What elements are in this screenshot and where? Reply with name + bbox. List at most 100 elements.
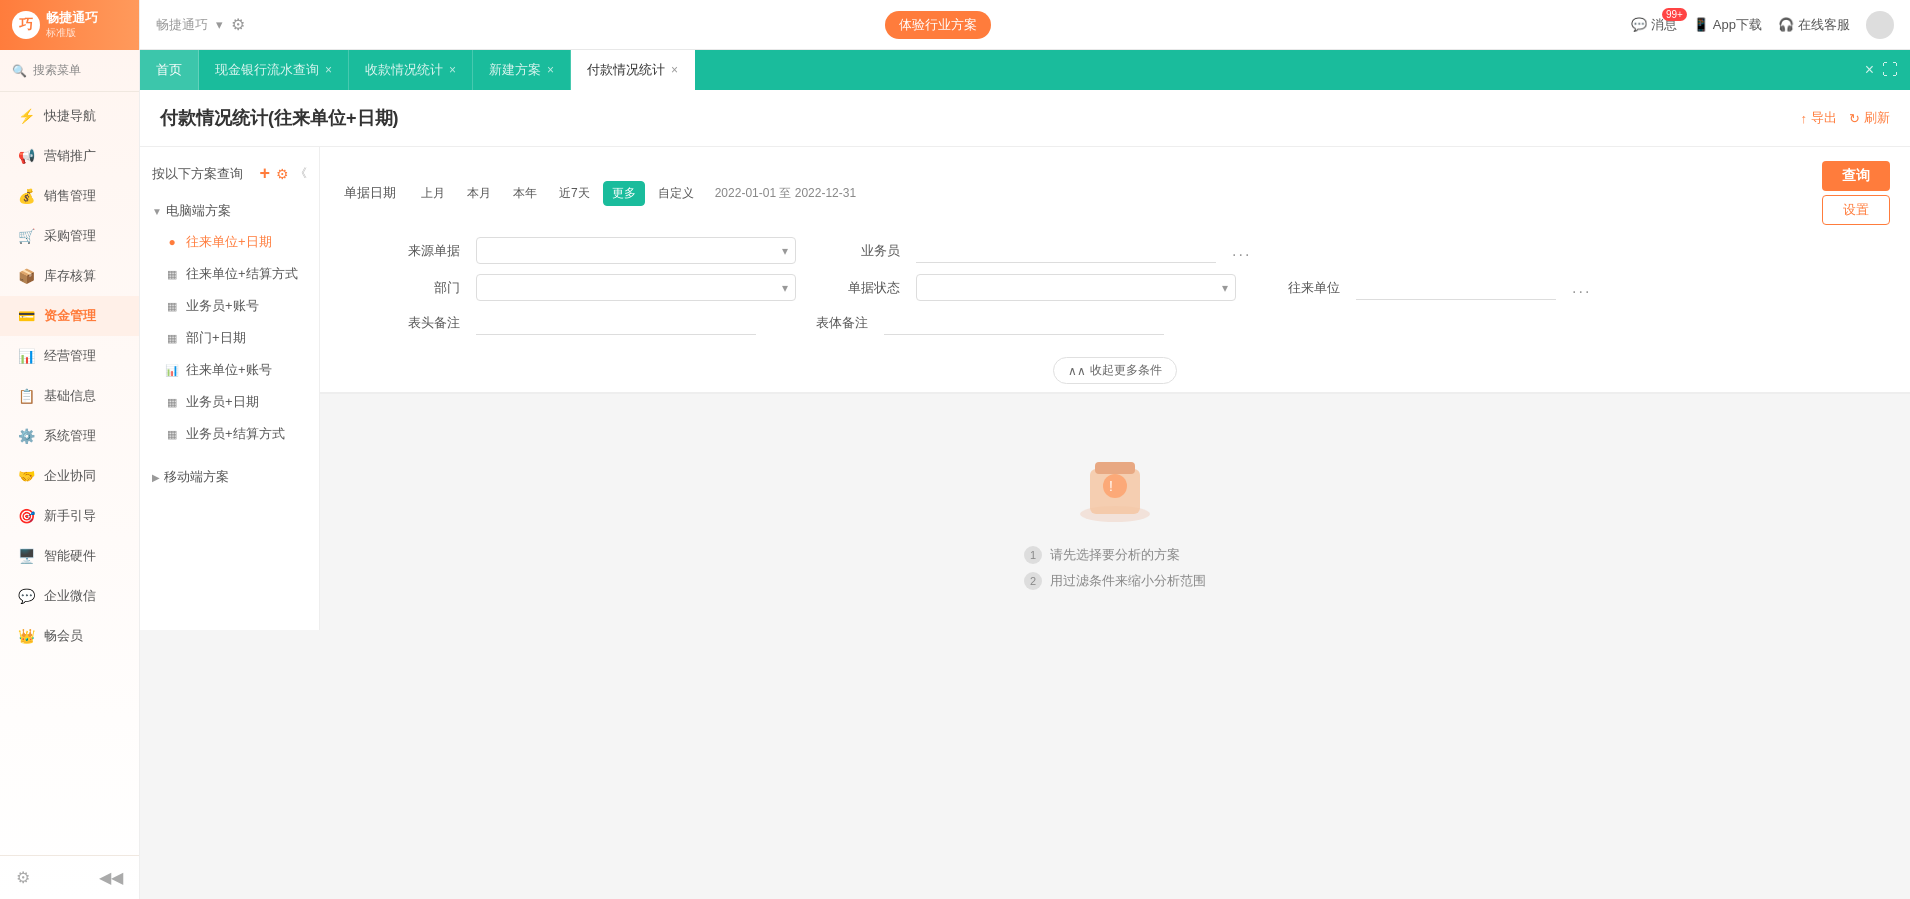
topbar-mid: 体验行业方案 xyxy=(885,11,991,39)
sidebar-item-quick-nav[interactable]: ⚡ 快捷导航 xyxy=(0,96,139,136)
counterpart-input[interactable] xyxy=(1356,276,1556,300)
topbar-left: 畅捷通巧 ▾ ⚙ xyxy=(156,15,245,34)
plan-item-counterpart-account[interactable]: 📊 往来单位+账号 xyxy=(140,354,319,386)
messages-action[interactable]: 💬 消息 99+ xyxy=(1631,16,1677,34)
sidebar-item-marketing[interactable]: 📢 营销推广 xyxy=(0,136,139,176)
app-download-action[interactable]: 📱 App下载 xyxy=(1693,16,1762,34)
plan-add-icon[interactable]: + xyxy=(259,163,270,184)
table-header-note-input[interactable] xyxy=(476,311,756,335)
date-btn-last-month[interactable]: 上月 xyxy=(412,181,454,206)
tab-close-new-plan[interactable]: × xyxy=(547,63,554,77)
topbar-settings-icon[interactable]: ⚙ xyxy=(231,15,245,34)
user-avatar[interactable] xyxy=(1866,11,1894,39)
tab-payment-stats[interactable]: 付款情况统计 × xyxy=(571,50,695,90)
sidebar-search[interactable]: 🔍 搜索菜单 xyxy=(0,50,139,92)
sidebar-item-corp[interactable]: 🤝 企业协同 xyxy=(0,456,139,496)
plan-item-salesman-settlement[interactable]: ▦ 业务员+结算方式 xyxy=(140,418,319,450)
plan-settings-icon[interactable]: ⚙ xyxy=(276,166,289,182)
plan-header: 按以下方案查询 + ⚙ 《 xyxy=(140,157,319,190)
export-icon: ↑ xyxy=(1801,111,1808,126)
sidebar-item-system[interactable]: ⚙️ 系统管理 xyxy=(0,416,139,456)
plan-collapse-icon[interactable]: 《 xyxy=(295,165,307,182)
query-actions: 查询 设置 xyxy=(1822,161,1890,225)
salesman-dots[interactable]: ... xyxy=(1232,242,1251,260)
tab-home[interactable]: 首页 xyxy=(140,50,199,90)
right-content: 单据日期 上月 本月 本年 近7天 更多 自定义 2022-01-01 至 20… xyxy=(320,147,1910,630)
hardware-icon: 🖥️ xyxy=(16,546,36,566)
plan-section-desktop-header[interactable]: ▼ 电脑端方案 xyxy=(140,196,319,226)
sidebar-item-capital[interactable]: 💳 资金管理 xyxy=(0,296,139,336)
page-content: 付款情况统计(往来单位+日期) ↑ 导出 ↻ 刷新 按以下方案查询 + xyxy=(140,90,1910,899)
tabbar-actions: × ⛶ xyxy=(1853,50,1910,90)
date-btn-custom[interactable]: 自定义 xyxy=(649,181,703,206)
doc-status-select[interactable] xyxy=(916,274,1236,301)
source-doc-label: 来源单据 xyxy=(404,242,460,260)
sidebar-collapse-icon[interactable]: ◀◀ xyxy=(99,868,123,887)
sidebar-item-hardware[interactable]: 🖥️ 智能硬件 xyxy=(0,536,139,576)
plan-grid-icon-5: ▦ xyxy=(164,426,180,442)
dept-select[interactable] xyxy=(476,274,796,301)
collapse-more-button[interactable]: ∧∧ 收起更多条件 xyxy=(1053,357,1177,384)
plan-chart-icon: 📊 xyxy=(164,362,180,378)
refresh-button[interactable]: ↻ 刷新 xyxy=(1849,109,1890,127)
tip-number-1: 1 xyxy=(1024,546,1042,564)
salesman-input[interactable] xyxy=(916,239,1216,263)
tabbar-expand-icon[interactable]: ⛶ xyxy=(1882,61,1898,79)
tab-receipt-stats[interactable]: 收款情况统计 × xyxy=(349,50,473,90)
settings-button[interactable]: 设置 xyxy=(1822,195,1890,225)
tab-close-receipt-stats[interactable]: × xyxy=(449,63,456,77)
counterpart-dots[interactable]: ... xyxy=(1572,279,1591,297)
sidebar-item-operation[interactable]: 📊 经营管理 xyxy=(0,336,139,376)
member-icon: 👑 xyxy=(16,626,36,646)
sidebar: 巧 畅捷通巧 标准版 🔍 搜索菜单 ⚡ 快捷导航 📢 营销推广 💰 销售管理 🛒… xyxy=(0,0,140,899)
sidebar-item-member[interactable]: 👑 畅会员 xyxy=(0,616,139,656)
service-icon: 🎧 xyxy=(1778,17,1794,32)
dept-select-wrapper xyxy=(476,274,796,301)
empty-tip-1: 1 请先选择要分析的方案 xyxy=(1024,546,1206,564)
tabbar-close-icon[interactable]: × xyxy=(1865,61,1874,79)
messages-badge: 99+ xyxy=(1662,8,1687,21)
sidebar-footer: ⚙ ◀◀ xyxy=(0,855,139,899)
plan-item-salesman-account[interactable]: ▦ 业务员+账号 xyxy=(140,290,319,322)
source-doc-select[interactable] xyxy=(476,237,796,264)
plan-item-counterpart-settlement[interactable]: ▦ 往来单位+结算方式 xyxy=(140,258,319,290)
online-service-action[interactable]: 🎧 在线客服 xyxy=(1778,16,1850,34)
export-button[interactable]: ↑ 导出 xyxy=(1801,109,1838,127)
date-options: 上月 本月 本年 近7天 更多 自定义 2022-01-01 至 2022-12… xyxy=(412,181,856,206)
tab-close-payment-stats[interactable]: × xyxy=(671,63,678,77)
plan-section-mobile: ▶ 移动端方案 xyxy=(140,456,319,498)
page-actions: ↑ 导出 ↻ 刷新 xyxy=(1801,109,1891,127)
search-menu-button[interactable]: 🔍 搜索菜单 xyxy=(12,58,127,83)
sidebar-item-sales[interactable]: 💰 销售管理 xyxy=(0,176,139,216)
trial-btn[interactable]: 体验行业方案 xyxy=(885,11,991,39)
date-btn-more[interactable]: 更多 xyxy=(603,181,645,206)
sidebar-item-wechat[interactable]: 💬 企业微信 xyxy=(0,576,139,616)
tab-bank-flow[interactable]: 现金银行流水查询 × xyxy=(199,50,349,90)
table-body-note-input[interactable] xyxy=(884,311,1164,335)
guide-icon: 🎯 xyxy=(16,506,36,526)
filter-row-1: 单据日期 上月 本月 本年 近7天 更多 自定义 2022-01-01 至 20… xyxy=(340,161,1890,225)
plan-grid-icon-3: ▦ xyxy=(164,330,180,346)
sidebar-item-inventory[interactable]: 📦 库存核算 xyxy=(0,256,139,296)
sidebar-item-basic[interactable]: 📋 基础信息 xyxy=(0,376,139,416)
filter-inner: 单据日期 上月 本月 本年 近7天 更多 自定义 2022-01-01 至 20… xyxy=(320,147,1910,349)
svg-rect-2 xyxy=(1095,462,1135,474)
tab-new-plan[interactable]: 新建方案 × xyxy=(473,50,571,90)
sidebar-settings-icon[interactable]: ⚙ xyxy=(16,868,30,887)
plan-item-dept-date[interactable]: ▦ 部门+日期 xyxy=(140,322,319,354)
plan-item-counterpart-date[interactable]: ● 往来单位+日期 xyxy=(140,226,319,258)
plan-item-salesman-date[interactable]: ▦ 业务员+日期 xyxy=(140,386,319,418)
tab-close-bank-flow[interactable]: × xyxy=(325,63,332,77)
workspace-dropdown-icon[interactable]: ▾ xyxy=(216,17,223,32)
date-btn-this-year[interactable]: 本年 xyxy=(504,181,546,206)
system-icon: ⚙️ xyxy=(16,426,36,446)
date-btn-7days[interactable]: 近7天 xyxy=(550,181,599,206)
date-btn-this-month[interactable]: 本月 xyxy=(458,181,500,206)
download-icon: 📱 xyxy=(1693,17,1709,32)
sidebar-item-purchase[interactable]: 🛒 采购管理 xyxy=(0,216,139,256)
sidebar-item-guide[interactable]: 🎯 新手引导 xyxy=(0,496,139,536)
marketing-icon: 📢 xyxy=(16,146,36,166)
query-button[interactable]: 查询 xyxy=(1822,161,1890,191)
plan-section-mobile-header[interactable]: ▶ 移动端方案 xyxy=(140,462,319,492)
topbar: 畅捷通巧 ▾ ⚙ 体验行业方案 💬 消息 99+ 📱 App下载 🎧 在线客服 xyxy=(140,0,1910,50)
